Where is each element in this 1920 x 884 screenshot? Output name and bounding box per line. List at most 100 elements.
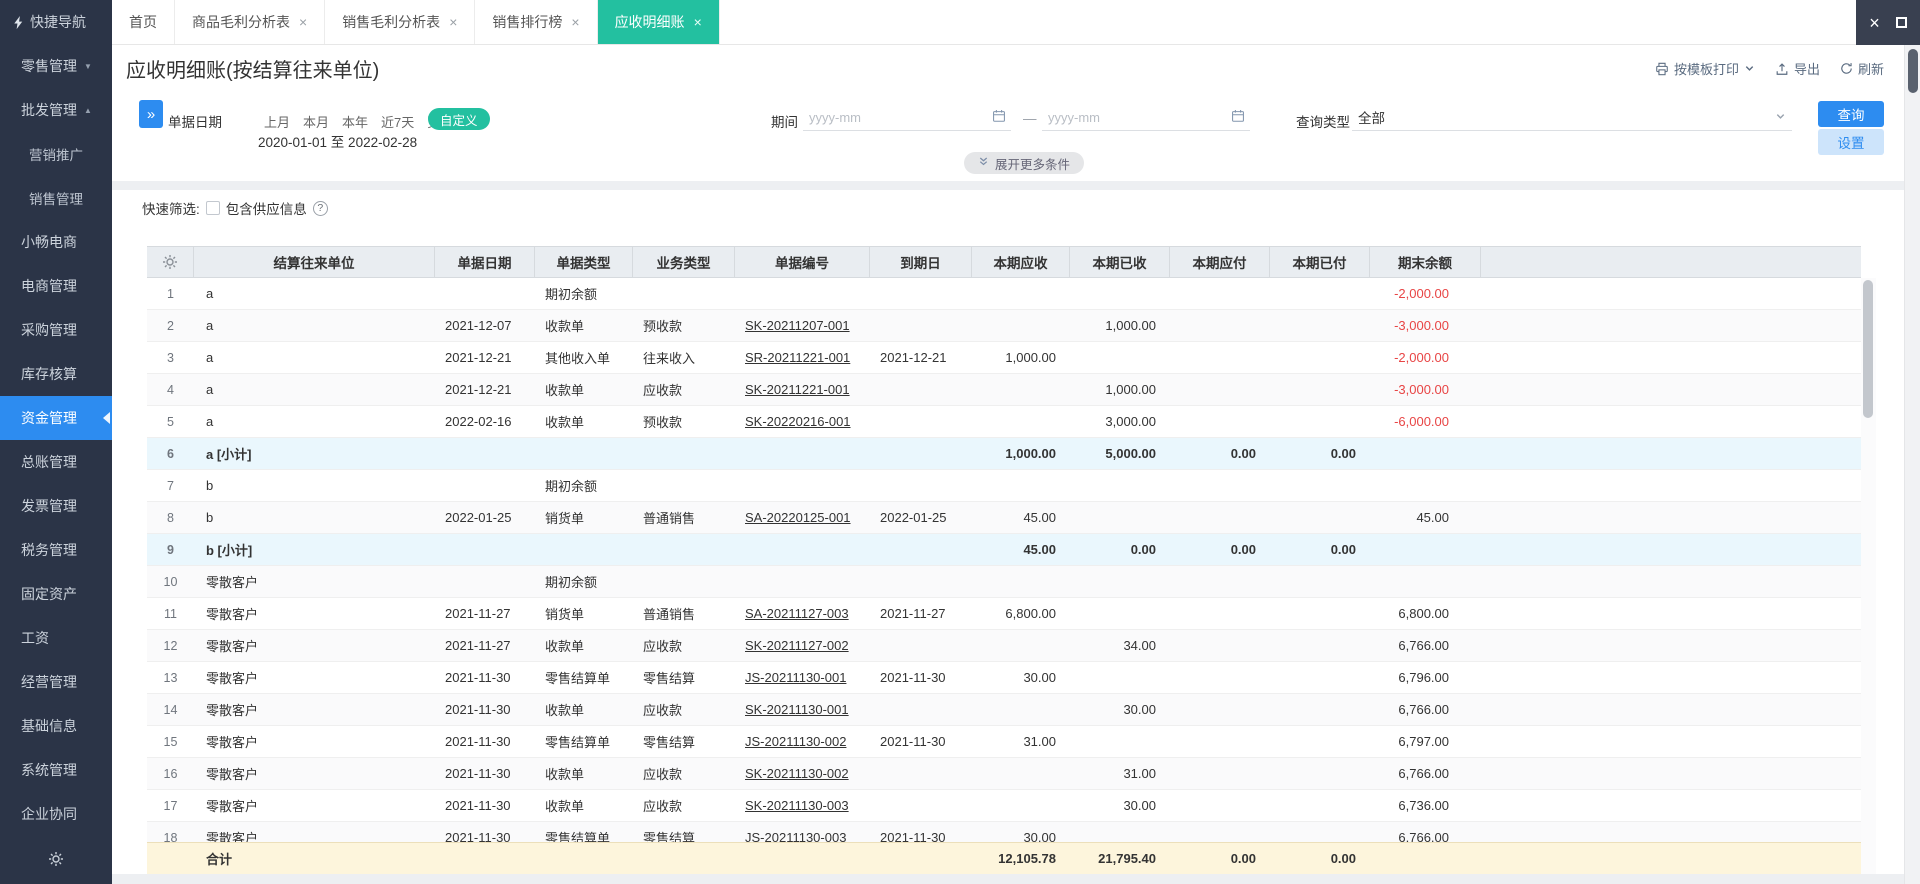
- maximize-window-icon[interactable]: [1895, 17, 1907, 28]
- cell-btype: 普通销售: [643, 511, 696, 526]
- table-row[interactable]: 10 零散客户 期初余额: [147, 566, 1861, 598]
- table-row[interactable]: 15 零散客户 2021-11-30 零售结算单 零售结算 JS-20211130-002…: [147, 726, 1861, 758]
- table-row[interactable]: 3 a 2021-12-21 其他收入单 往来收入 SR-20211221-001 2021…: [147, 342, 1861, 374]
- print-by-template-button[interactable]: 按模板打印: [1655, 59, 1755, 78]
- refresh-button[interactable]: 刷新: [1840, 59, 1884, 78]
- quick-range-last-month[interactable]: 上月: [264, 112, 290, 131]
- doc-no-link[interactable]: SK-20220216-001: [745, 414, 851, 429]
- custom-range-badge[interactable]: 自定义: [428, 108, 490, 130]
- quick-range-this-year[interactable]: 本年: [342, 112, 368, 131]
- table-scrollbar[interactable]: [1861, 278, 1876, 874]
- sidebar-item-ecommerce[interactable]: 电商管理: [0, 264, 112, 308]
- sidebar-item-funds[interactable]: 资金管理: [0, 396, 112, 440]
- help-icon[interactable]: ?: [312, 200, 328, 216]
- sidebar-settings-gear-icon[interactable]: [0, 840, 112, 878]
- doc-no-link[interactable]: SK-20211127-002: [745, 638, 849, 653]
- tab-home[interactable]: 首页: [112, 0, 175, 44]
- cell-date: 2021-11-30: [445, 734, 511, 749]
- quick-range-last-7-days[interactable]: 近7天: [381, 112, 414, 131]
- cell-unit: b: [206, 510, 214, 525]
- sidebar-item-sales[interactable]: 销售管理: [0, 176, 112, 220]
- sidebar-item-xiaochang-ec[interactable]: 小畅电商: [0, 220, 112, 264]
- cell-rc: [1070, 598, 1170, 629]
- doc-no-link[interactable]: JS-20211130-001: [745, 670, 846, 685]
- close-window-icon[interactable]: ×: [1869, 14, 1880, 32]
- table-row[interactable]: 17 零散客户 2021-11-30 收款单 应收款 SK-20211130-003 30.…: [147, 790, 1861, 822]
- tab-receivable-detail[interactable]: 应收明细账 ×: [597, 0, 720, 44]
- close-tab-icon[interactable]: ×: [571, 15, 579, 29]
- expand-more-conditions-button[interactable]: 展开更多条件: [964, 152, 1085, 174]
- table-row[interactable]: 5 a 2022-02-16 收款单 预收款 SK-20220216-001 3,000.0…: [147, 406, 1861, 438]
- table-row[interactable]: 18 零散客户 2021-11-30 零售结算单 零售结算 JS-20211130-003…: [147, 822, 1861, 842]
- sidebar-item-system[interactable]: 系统管理: [0, 748, 112, 792]
- sidebar-item-retail[interactable]: 零售管理 ▼: [0, 44, 112, 88]
- table-scrollbar-thumb[interactable]: [1863, 280, 1873, 418]
- total-cell: [147, 843, 194, 874]
- query-button[interactable]: 查询: [1818, 101, 1884, 127]
- cell-rc: 34.00: [1123, 638, 1156, 653]
- page-scrollbar-thumb[interactable]: [1908, 49, 1918, 93]
- sidebar-item-inventory[interactable]: 库存核算: [0, 352, 112, 396]
- table-row[interactable]: 4 a 2021-12-21 收款单 应收款 SK-20211221-001 1,000.0…: [147, 374, 1861, 406]
- table-row[interactable]: 2 a 2021-12-07 收款单 预收款 SK-20211207-001 1,000.0…: [147, 310, 1861, 342]
- query-type-select[interactable]: 全部: [1352, 104, 1792, 131]
- doc-no-link[interactable]: SR-20211221-001: [745, 350, 850, 365]
- sidebar-item-payroll[interactable]: 工资: [0, 616, 112, 660]
- calendar-icon[interactable]: [992, 109, 1006, 126]
- sidebar-item-purchasing[interactable]: 采购管理: [0, 308, 112, 352]
- column-settings-gear-icon[interactable]: [147, 247, 194, 277]
- sidebar-item-tax[interactable]: 税务管理: [0, 528, 112, 572]
- table-row[interactable]: 16 零散客户 2021-11-30 收款单 应收款 SK-20211130-002 31.…: [147, 758, 1861, 790]
- period-to-input[interactable]: yyyy-mm: [1042, 104, 1250, 131]
- doc-no-link[interactable]: JS-20211130-003: [745, 830, 846, 842]
- doc-no-link[interactable]: SK-20211130-001: [745, 702, 849, 717]
- tab-sales-ranking[interactable]: 销售排行榜 ×: [475, 0, 598, 44]
- period-from-input[interactable]: yyyy-mm: [803, 104, 1011, 131]
- export-button[interactable]: 导出: [1775, 59, 1820, 78]
- sidebar-item-quick-nav[interactable]: 快捷导航: [0, 0, 112, 44]
- cell-no: JS-20211130-003: [735, 822, 870, 842]
- sidebar-item-base-info[interactable]: 基础信息: [0, 704, 112, 748]
- doc-no-link[interactable]: SK-20211207-001: [745, 318, 850, 333]
- table-row[interactable]: 1 a 期初余额 -2,000.00: [147, 278, 1861, 310]
- doc-no-link[interactable]: SK-20211221-001: [745, 382, 850, 397]
- close-tab-icon[interactable]: ×: [449, 15, 457, 29]
- calendar-icon[interactable]: [1231, 109, 1245, 126]
- table-row[interactable]: 12 零散客户 2021-11-27 收款单 应收款 SK-20211127-002 34.…: [147, 630, 1861, 662]
- sidebar-item-wholesale[interactable]: 批发管理 ▲: [0, 88, 112, 132]
- close-tab-icon[interactable]: ×: [694, 15, 702, 29]
- tab-sales-gross-profit[interactable]: 销售毛利分析表 ×: [325, 0, 476, 44]
- sidebar-item-marketing[interactable]: 营销推广: [0, 132, 112, 176]
- query-type-label: 查询类型: [1296, 115, 1350, 130]
- table-row[interactable]: 8 b 2022-01-25 销货单 普通销售 SA-20220125-001 2022-0…: [147, 502, 1861, 534]
- sidebar-item-general-ledger[interactable]: 总账管理: [0, 440, 112, 484]
- cell-ap: [1170, 758, 1270, 789]
- tab-product-gross-profit[interactable]: 商品毛利分析表 ×: [175, 0, 326, 44]
- doc-no-link[interactable]: JS-20211130-002: [745, 734, 846, 749]
- sidebar-item-operations[interactable]: 经营管理: [0, 660, 112, 704]
- include-supply-info-checkbox[interactable]: [205, 201, 220, 215]
- page-scrollbar[interactable]: [1904, 45, 1920, 884]
- quick-range-this-month[interactable]: 本月: [303, 112, 329, 131]
- sidebar-item-fixed-assets[interactable]: 固定资产: [0, 572, 112, 616]
- tab-label: 商品毛利分析表: [192, 14, 290, 30]
- settings-button[interactable]: 设置: [1818, 129, 1884, 155]
- cell-filler: [1481, 470, 1861, 501]
- table-row[interactable]: 6 a [小计] 1,000.00 5,000.00 0.00 0.00: [147, 438, 1861, 470]
- doc-no-link[interactable]: SA-20220125-001: [745, 510, 851, 525]
- close-tab-icon[interactable]: ×: [299, 15, 307, 29]
- doc-no-link[interactable]: SA-20211127-003: [745, 606, 849, 621]
- table-row[interactable]: 13 零散客户 2021-11-30 零售结算单 零售结算 JS-20211130-001…: [147, 662, 1861, 694]
- doc-no-link[interactable]: SK-20211130-002: [745, 766, 849, 781]
- column-header: 到期日: [870, 247, 972, 277]
- sidebar-item-invoice[interactable]: 发票管理: [0, 484, 112, 528]
- table-row[interactable]: 9 b [小计] 45.00 0.00 0.00 0.00: [147, 534, 1861, 566]
- collapse-filter-button[interactable]: »: [139, 100, 163, 128]
- cell-unit: a: [206, 414, 214, 429]
- table-row[interactable]: 11 零散客户 2021-11-27 销货单 普通销售 SA-20211127-003 20…: [147, 598, 1861, 630]
- table-row[interactable]: 14 零散客户 2021-11-30 收款单 应收款 SK-20211130-001 30.…: [147, 694, 1861, 726]
- sidebar-item-collaboration[interactable]: 企业协同: [0, 792, 112, 836]
- table-row[interactable]: 7 b 期初余额: [147, 470, 1861, 502]
- query-type-value: 全部: [1358, 111, 1385, 126]
- doc-no-link[interactable]: SK-20211130-003: [745, 798, 849, 813]
